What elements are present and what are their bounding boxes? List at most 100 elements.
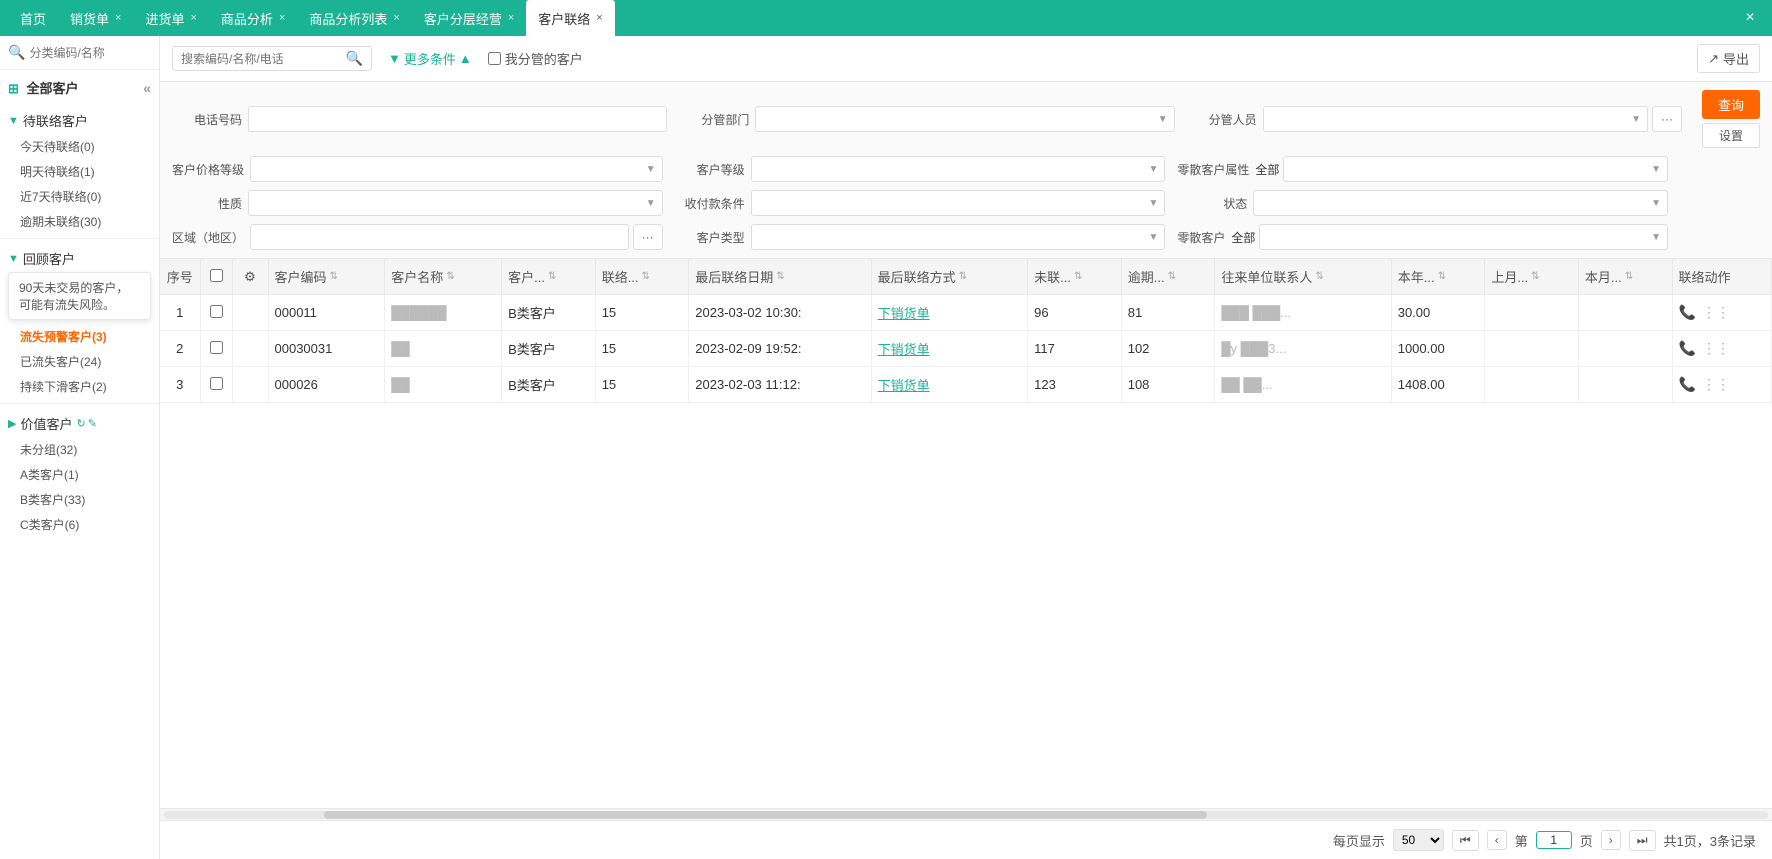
sidebar-item-declining[interactable]: 持续下滑客户(2) — [0, 374, 159, 399]
scroll-thumb[interactable] — [324, 811, 1206, 819]
nav-tab-productanalysis[interactable]: 商品分析 × — [209, 0, 297, 36]
sidebar-item-class-b[interactable]: B类客户(33) — [0, 487, 159, 512]
filter-select-department[interactable]: ▼ — [755, 106, 1174, 132]
sidebar-all-customers[interactable]: ⊞ 全部客户 « — [0, 70, 159, 105]
more-action-icon[interactable]: ⋮⋮ — [1702, 340, 1730, 357]
refresh-icon[interactable]: ↻ — [76, 417, 85, 430]
row-checkbox[interactable] — [210, 341, 223, 354]
search-input[interactable] — [181, 52, 346, 66]
edit-icon[interactable]: ✎ — [88, 417, 97, 430]
filter-select-payment[interactable]: ▼ — [751, 190, 1166, 216]
settings-button[interactable]: 设置 — [1702, 123, 1760, 148]
nav-tab-customerlayer[interactable]: 客户分层经营 × — [412, 0, 526, 36]
th-type[interactable]: 客户...⇅ — [502, 259, 596, 295]
sidebar-item-today[interactable]: 今天待联络(0) — [0, 134, 159, 159]
nav-tab-customercontact[interactable]: 客户联络 × — [526, 0, 614, 36]
row-checkbox[interactable] — [210, 305, 223, 318]
close-tab-customerlayer-icon[interactable]: × — [508, 12, 514, 24]
filter-select-person[interactable]: ▼ — [1263, 106, 1648, 132]
search-input-wrap: 🔍 — [172, 46, 372, 71]
close-tab-productanalysis-icon[interactable]: × — [279, 12, 285, 24]
cell-name: ██ — [385, 367, 502, 403]
cell-no-contact: 96 — [1028, 295, 1122, 331]
th-this-year[interactable]: 本年...⇅ — [1391, 259, 1485, 295]
th-contact[interactable]: 联络...⇅ — [595, 259, 689, 295]
nav-home[interactable]: 首页 — [8, 0, 58, 36]
contact-action-icon[interactable]: 📞 — [1679, 304, 1696, 321]
sidebar-item-churn-warning[interactable]: 流失预警客户(3) — [0, 324, 159, 349]
filter-label-status: 状态 — [1177, 195, 1247, 212]
filter-dots-person[interactable]: ··· — [1652, 106, 1682, 132]
contact-action-icon[interactable]: 📞 — [1679, 376, 1696, 393]
th-check — [200, 259, 232, 295]
my-customers-checkbox[interactable] — [488, 52, 501, 65]
window-close-button[interactable]: × — [1736, 4, 1764, 32]
th-last-date[interactable]: 最后联络日期⇅ — [689, 259, 871, 295]
th-name[interactable]: 客户名称⇅ — [385, 259, 502, 295]
last-method-link[interactable]: 下销货单 — [878, 378, 930, 393]
sidebar-item-tomorrow[interactable]: 明天待联络(1) — [0, 159, 159, 184]
sort-icon-this-month: ⇅ — [1625, 271, 1633, 282]
more-action-icon[interactable]: ⋮⋮ — [1702, 376, 1730, 393]
th-unit-contact[interactable]: 往来单位联系人⇅ — [1215, 259, 1391, 295]
filter-select-customer-level[interactable]: ▼ — [751, 156, 1166, 182]
filter-select-nature[interactable]: ▼ — [248, 190, 663, 216]
close-tab-customercontact-icon[interactable]: × — [596, 12, 602, 24]
filter-select-zero-attr[interactable]: ▼ — [1283, 156, 1668, 182]
close-tab-purchaseorder-icon[interactable]: × — [190, 12, 196, 24]
search-button-icon[interactable]: 🔍 — [346, 50, 363, 67]
more-action-icon[interactable]: ⋮⋮ — [1702, 304, 1730, 321]
collapse-icon[interactable]: « — [143, 80, 151, 96]
sidebar-item-churned[interactable]: 已流失客户(24) — [0, 349, 159, 374]
last-method-link[interactable]: 下销货单 — [878, 306, 930, 321]
filter-select-customer-type[interactable]: ▼ — [751, 224, 1166, 250]
filter-select-price-level[interactable]: ▼ — [250, 156, 663, 182]
sidebar-section-value[interactable]: ▶ 价值客户 ↻ ✎ — [0, 408, 159, 437]
sidebar-search-input[interactable] — [29, 46, 151, 60]
horizontal-scrollbar[interactable] — [160, 808, 1772, 820]
next-page-button[interactable]: › — [1601, 830, 1621, 850]
per-page-select[interactable]: 50 10 20 100 — [1393, 829, 1444, 851]
nav-tab-productlist[interactable]: 商品分析列表 × — [297, 0, 411, 36]
th-last-method[interactable]: 最后联络方式⇅ — [871, 259, 1028, 295]
close-tab-productlist-icon[interactable]: × — [393, 12, 399, 24]
prev-page-button[interactable]: ‹ — [1487, 830, 1507, 850]
th-last-month[interactable]: 上月...⇅ — [1485, 259, 1579, 295]
filter-dots-region[interactable]: ··· — [633, 224, 663, 250]
th-code[interactable]: 客户编码⇅ — [268, 259, 385, 295]
filter-input-phone[interactable] — [248, 106, 667, 132]
zero-customer-value: 全部 — [1231, 229, 1255, 246]
contact-action-icon[interactable]: 📞 — [1679, 340, 1696, 357]
close-tab-salesorder-icon[interactable]: × — [115, 12, 121, 24]
more-conditions-button[interactable]: ▼ 更多条件 ▲ — [380, 45, 480, 72]
page-number-input[interactable] — [1536, 831, 1572, 849]
last-method-link[interactable]: 下销货单 — [878, 342, 930, 357]
sidebar-item-overdue[interactable]: 逾期未联络(30) — [0, 209, 159, 234]
sidebar-section-pending[interactable]: ▼ 待联络客户 — [0, 105, 159, 134]
action-icons: 📞 ⋮⋮ — [1679, 340, 1766, 357]
export-button[interactable]: ↗ 导出 — [1697, 44, 1760, 73]
row-checkbox[interactable] — [210, 377, 223, 390]
sidebar-item-7days[interactable]: 近7天待联络(0) — [0, 184, 159, 209]
cell-no-contact: 117 — [1028, 331, 1122, 367]
select-all-checkbox[interactable] — [210, 269, 223, 282]
query-button[interactable]: 查询 — [1702, 90, 1760, 119]
sidebar-section-review[interactable]: ▼ 回顾客户 — [0, 243, 159, 272]
first-page-button[interactable]: ⏮ — [1452, 830, 1479, 851]
sidebar-item-ungrouped[interactable]: 未分组(32) — [0, 437, 159, 462]
th-gear[interactable]: ⚙ — [232, 259, 268, 295]
cell-check — [200, 295, 232, 331]
nav-tab-purchaseorder[interactable]: 进货单 × — [133, 0, 208, 36]
sidebar-item-class-c[interactable]: C类客户(6) — [0, 512, 159, 537]
filter-select-status[interactable]: ▼ — [1253, 190, 1668, 216]
zero-attr-value: 全部 — [1255, 161, 1279, 178]
filter-select-zero-customer[interactable]: ▼ — [1259, 224, 1668, 250]
sidebar-item-class-a[interactable]: A类客户(1) — [0, 462, 159, 487]
last-page-button[interactable]: ⏭ — [1629, 830, 1656, 851]
filter-input-region[interactable] — [250, 224, 629, 250]
nav-tab-salesorder[interactable]: 销货单 × — [58, 0, 133, 36]
th-no-contact[interactable]: 未联...⇅ — [1028, 259, 1122, 295]
th-overdue[interactable]: 逾期...⇅ — [1121, 259, 1215, 295]
filter-label-customer-level: 客户等级 — [675, 161, 745, 178]
th-this-month[interactable]: 本月...⇅ — [1578, 259, 1672, 295]
